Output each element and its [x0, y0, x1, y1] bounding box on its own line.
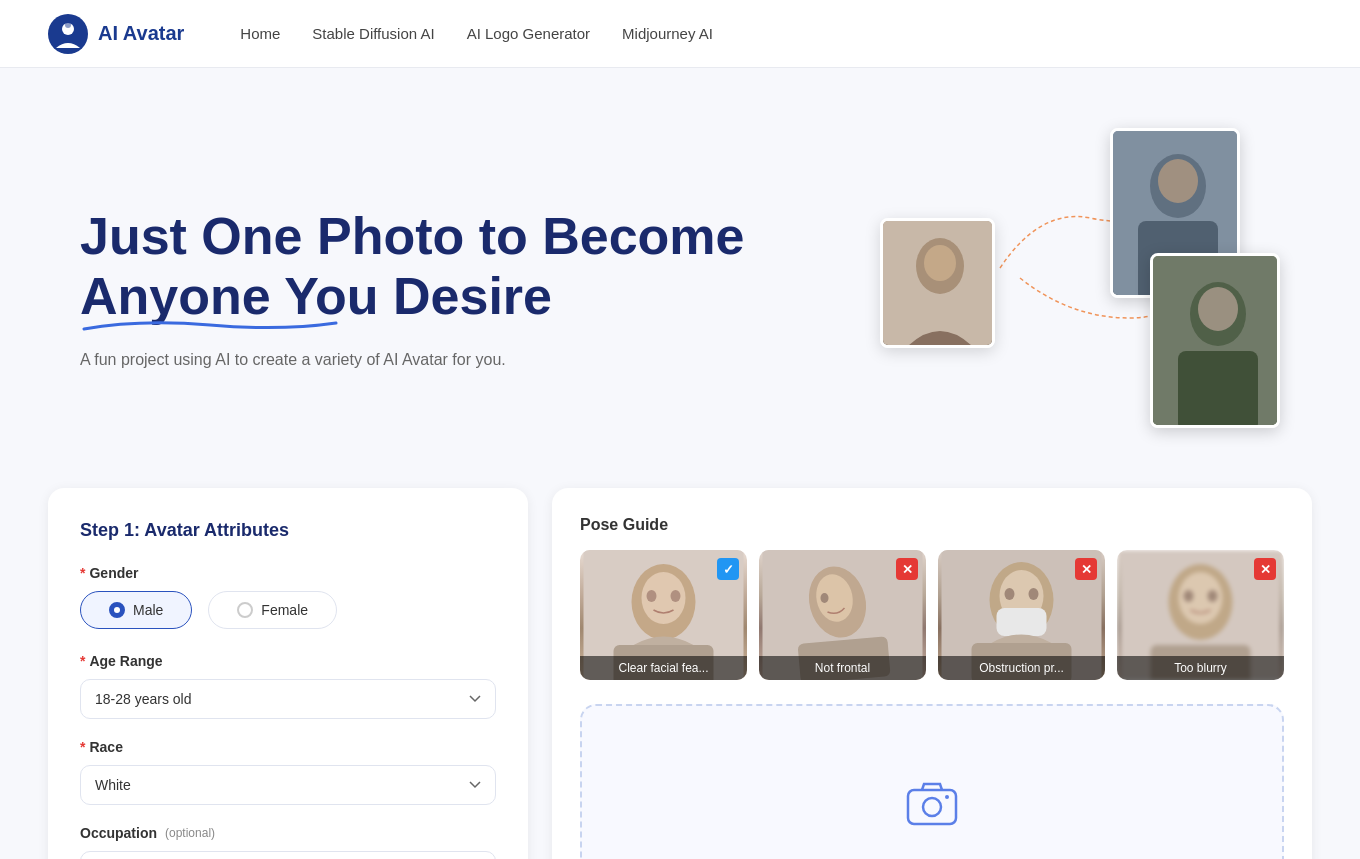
pose-obstruction-label: Obstruction pr... [938, 656, 1105, 680]
occupation-field: Occupation (optional) ✕ [80, 825, 496, 859]
hero-section: Just One Photo to Become Anyone You Desi… [0, 68, 1360, 488]
svg-point-11 [1158, 159, 1198, 203]
nav-ai-logo[interactable]: AI Logo Generator [467, 25, 590, 42]
age-range-label: * Age Range [80, 653, 496, 669]
svg-point-25 [821, 593, 829, 603]
pose-obstruction-icon: ✕ [1075, 558, 1097, 580]
gender-field: * Gender Male Female [80, 565, 496, 629]
logo[interactable]: AI Avatar [48, 14, 184, 54]
avatar-form-panel: Step 1: Avatar Attributes * Gender Male … [48, 488, 528, 859]
svg-point-42 [945, 795, 949, 799]
nav-links: Home Stable Diffusion AI AI Logo Generat… [240, 25, 713, 42]
occupation-optional: (optional) [165, 826, 215, 840]
pose-obstruction: ✕ Obstruction pr... [938, 550, 1105, 680]
pose-blurry-label: Too blurry [1117, 656, 1284, 680]
occupation-input[interactable] [80, 851, 496, 859]
svg-point-20 [671, 590, 681, 602]
gender-options: Male Female [80, 591, 496, 629]
gender-label: * Gender [80, 565, 496, 581]
age-range-field: * Age Range 18-28 years old 29-39 years … [80, 653, 496, 719]
pose-good: ✓ Clear facial fea... [580, 550, 747, 680]
pose-blurry-icon: ✕ [1254, 558, 1276, 580]
svg-rect-32 [997, 608, 1047, 636]
hero-result-image-2 [1150, 253, 1280, 428]
hero-left: Just One Photo to Become Anyone You Desi… [80, 207, 820, 369]
pose-good-label: Clear facial fea... [580, 656, 747, 680]
navbar: AI Avatar Home Stable Diffusion AI AI Lo… [0, 0, 1360, 68]
nav-midjourney[interactable]: Midjourney AI [622, 25, 713, 42]
svg-point-38 [1208, 590, 1218, 602]
svg-point-15 [1198, 287, 1238, 331]
pose-guide-panel: Pose Guide ✓ Clear [552, 488, 1312, 859]
occupation-label: Occupation (optional) [80, 825, 496, 841]
svg-point-2 [65, 22, 71, 28]
hero-source-image [880, 218, 995, 348]
nav-stable-diffusion[interactable]: Stable Diffusion AI [312, 25, 434, 42]
svg-rect-14 [1178, 351, 1258, 428]
svg-point-30 [1005, 588, 1015, 600]
svg-point-7 [924, 245, 956, 281]
gender-male[interactable]: Male [80, 591, 192, 629]
svg-rect-40 [908, 790, 956, 824]
race-field: * Race White Asian Black Hispanic Other [80, 739, 496, 805]
gender-male-radio [109, 602, 125, 618]
title-underline [80, 317, 340, 335]
gender-female-radio [237, 602, 253, 618]
step-title: Step 1: Avatar Attributes [80, 520, 496, 541]
svg-point-37 [1184, 590, 1194, 602]
gender-female[interactable]: Female [208, 591, 337, 629]
pose-examples-grid: ✓ Clear facial fea... ✕ Not frontal [580, 550, 1284, 680]
occupation-input-wrap: ✕ [80, 851, 496, 859]
svg-point-41 [923, 798, 941, 816]
race-required: * [80, 739, 85, 755]
race-label: * Race [80, 739, 496, 755]
nav-home[interactable]: Home [240, 25, 280, 42]
pose-not-frontal: ✕ Not frontal [759, 550, 926, 680]
pose-too-blurry: ✕ Too blurry [1117, 550, 1284, 680]
age-required: * [80, 653, 85, 669]
pose-not-frontal-icon: ✕ [896, 558, 918, 580]
age-range-select[interactable]: 18-28 years old 29-39 years old 40-50 ye… [80, 679, 496, 719]
hero-images [860, 128, 1280, 448]
pose-good-icon: ✓ [717, 558, 739, 580]
main-content: Step 1: Avatar Attributes * Gender Male … [0, 488, 1360, 859]
hero-subtitle: A fun project using AI to create a varie… [80, 351, 560, 369]
pose-guide-title: Pose Guide [580, 516, 1284, 534]
gender-required: * [80, 565, 85, 581]
hero-title: Just One Photo to Become Anyone You Desi… [80, 207, 820, 327]
camera-icon [906, 778, 958, 830]
pose-not-frontal-label: Not frontal [759, 656, 926, 680]
logo-icon [48, 14, 88, 54]
race-select[interactable]: White Asian Black Hispanic Other [80, 765, 496, 805]
logo-text: AI Avatar [98, 22, 184, 45]
svg-point-31 [1029, 588, 1039, 600]
svg-point-19 [647, 590, 657, 602]
photo-upload-area[interactable] [580, 704, 1284, 859]
